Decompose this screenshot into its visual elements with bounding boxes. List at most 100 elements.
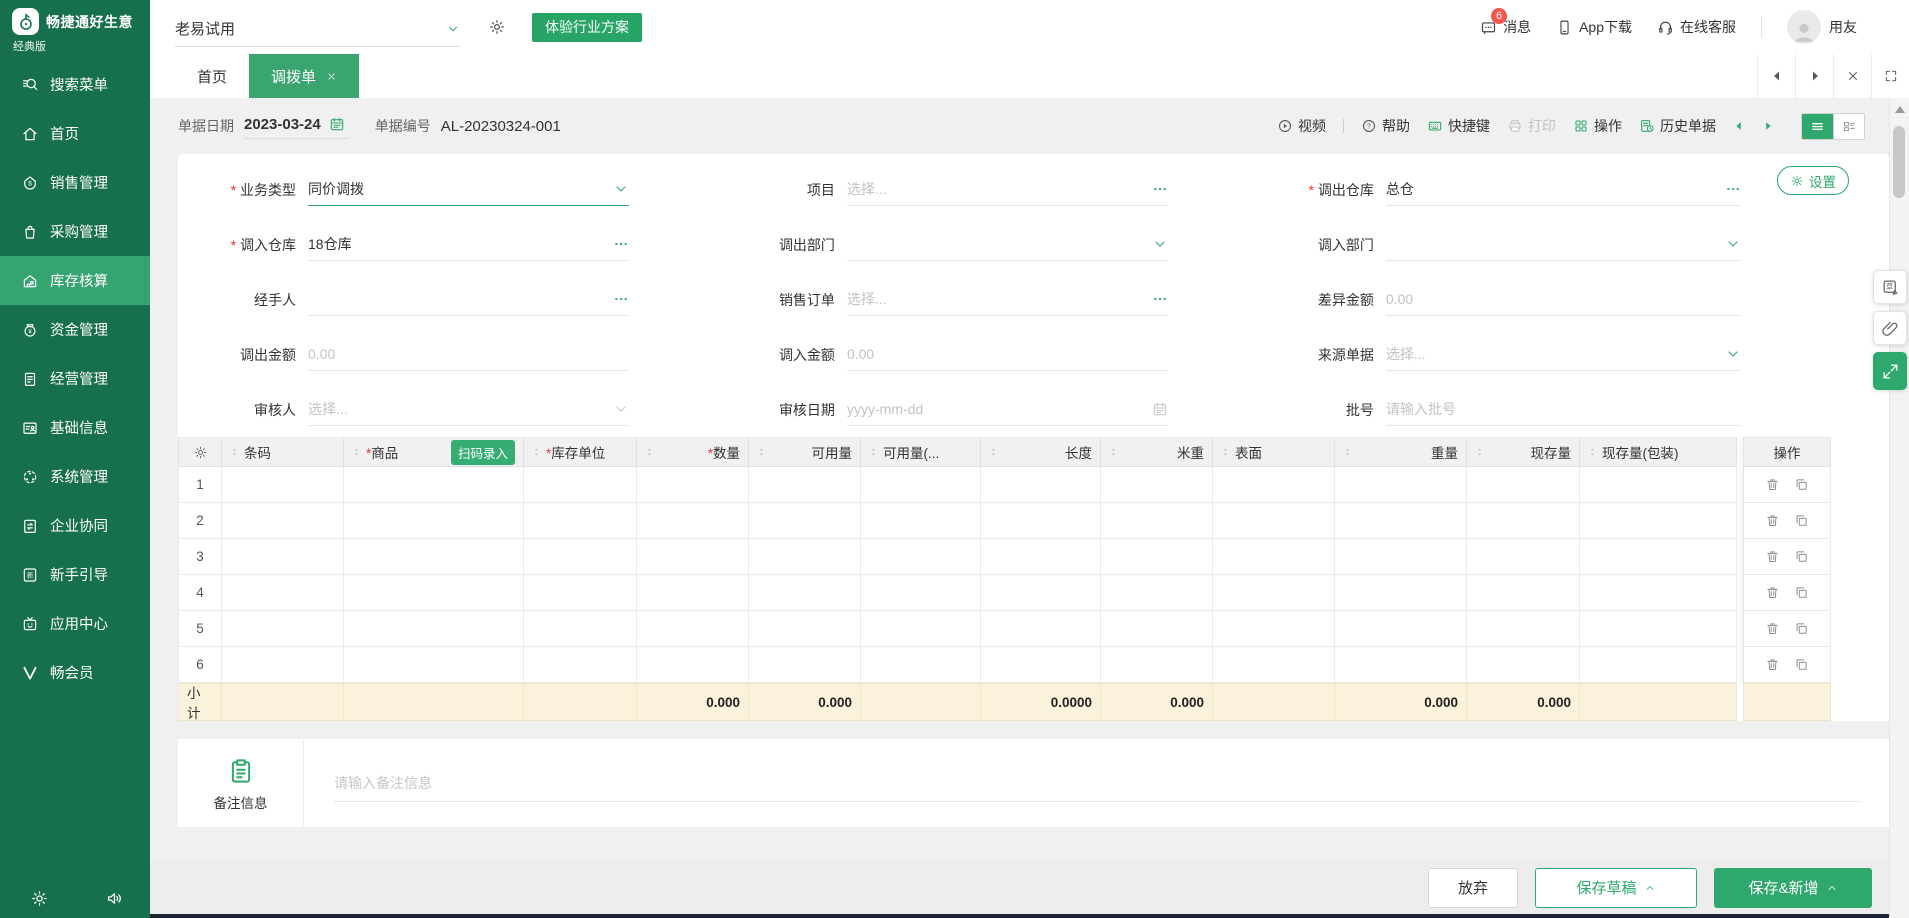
cell-unit[interactable] [524,611,637,647]
cell-unit[interactable] [524,503,637,539]
cell-surface[interactable] [1213,575,1335,611]
list-view-button[interactable] [1802,113,1833,139]
column-header-product[interactable]: *商品 扫码录入 [344,437,524,467]
tab-scroll-left-button[interactable] [1757,54,1795,98]
cell-length[interactable] [981,647,1101,683]
cell-meter-weight[interactable] [1101,575,1213,611]
cell-unit[interactable] [524,575,637,611]
sort-carets-icon[interactable] [1221,445,1230,459]
close-icon[interactable] [326,71,337,82]
column-header-meter-weight[interactable]: 米重 [1101,437,1213,467]
cell-qty[interactable] [637,467,749,503]
cell-meter-weight[interactable] [1101,539,1213,575]
column-header-stock[interactable]: 现存量 [1467,437,1580,467]
trash-icon[interactable] [1765,657,1780,672]
column-header-unit[interactable]: *库存单位 [524,437,637,467]
cell-stock-pkg[interactable] [1580,503,1737,539]
field-business-type-input[interactable]: 同价调拨 [308,173,629,206]
scan-entry-button[interactable]: 扫码录入 [450,439,515,465]
remark-input[interactable]: 请输入备注信息 [334,764,1861,802]
sidebar-item-purchase[interactable]: 采购管理 [0,207,150,256]
cell-barcode[interactable] [222,539,344,575]
column-header-barcode[interactable]: 条码 [222,437,344,467]
trash-icon[interactable] [1765,621,1780,636]
ellipsis-icon[interactable] [1152,291,1168,307]
messages-button[interactable]: 6 消息 [1480,8,1531,37]
cell-product[interactable] [344,575,524,611]
cell-weight[interactable] [1335,539,1467,575]
scroll-up-icon[interactable] [1894,106,1905,113]
fullscreen-icon[interactable] [1871,54,1909,98]
cell-barcode[interactable] [222,575,344,611]
cell-meter-weight[interactable] [1101,647,1213,683]
cell-stock[interactable] [1467,467,1580,503]
chevron-icon[interactable] [1725,236,1741,252]
cell-available-pkg[interactable] [861,467,981,503]
cell-available[interactable] [749,647,861,683]
field-in-amount-input[interactable]: 0.00 [846,338,1168,371]
trash-icon[interactable] [1765,585,1780,600]
sidebar-item-base-info[interactable]: 基础信息 [0,403,150,452]
sort-carets-icon[interactable] [757,445,766,459]
column-header-surface[interactable]: 表面 [1213,437,1335,467]
cell-product[interactable] [344,467,524,503]
field-diff-amount-input[interactable]: 0.00 [1385,283,1741,316]
sidebar-item-funds[interactable]: ¥ 资金管理 [0,305,150,354]
sort-carets-icon[interactable] [869,445,878,459]
column-header-stock-pkg[interactable]: 现存量(包装) [1580,437,1737,467]
field-source-doc-input[interactable]: 选择... [1385,338,1741,371]
gear-icon[interactable] [488,18,506,36]
sort-carets-icon[interactable] [1343,445,1352,459]
tab-home[interactable]: 首页 [175,54,249,98]
cell-stock-pkg[interactable] [1580,539,1737,575]
sort-carets-icon[interactable] [989,445,998,459]
sort-carets-icon[interactable] [532,445,541,459]
sort-carets-icon[interactable] [1109,445,1118,459]
next-doc-icon[interactable] [1762,120,1774,132]
cell-barcode[interactable] [222,503,344,539]
cell-stock[interactable] [1467,539,1580,575]
column-header-available[interactable]: 可用量 [749,437,861,467]
cell-length[interactable] [981,503,1101,539]
sidebar-item-sales[interactable]: $ 销售管理 [0,158,150,207]
discard-button[interactable]: 放弃 [1428,867,1518,908]
doc-date-picker[interactable]: 2023-03-24 [244,114,349,139]
cell-stock-pkg[interactable] [1580,467,1737,503]
cell-length[interactable] [981,539,1101,575]
cell-qty[interactable] [637,539,749,575]
actions-button[interactable]: 操作 [1573,116,1622,136]
field-handler-input[interactable] [308,283,629,316]
account-select[interactable]: 老易试用 [175,11,460,47]
chevron-icon[interactable] [613,401,629,417]
field-sales-order-input[interactable]: 选择... [846,283,1168,316]
field-batch-no-input[interactable]: 请输入批号 [1385,393,1741,426]
field-in-warehouse-input[interactable]: 18仓库 [308,228,629,261]
cell-weight[interactable] [1335,647,1467,683]
save-draft-button[interactable]: 保存草稿 [1535,867,1697,908]
cell-product[interactable] [344,611,524,647]
cell-meter-weight[interactable] [1101,503,1213,539]
cell-available-pkg[interactable] [861,611,981,647]
cell-stock[interactable] [1467,647,1580,683]
cell-surface[interactable] [1213,503,1335,539]
cell-surface[interactable] [1213,539,1335,575]
sort-carets-icon[interactable] [1475,445,1484,459]
sort-carets-icon[interactable] [1588,445,1597,459]
copy-row-icon[interactable] [1794,549,1809,564]
chevron-icon[interactable] [613,181,629,197]
trash-icon[interactable] [1765,477,1780,492]
close-all-tabs-button[interactable] [1833,54,1871,98]
field-project-input[interactable]: 选择... [846,173,1168,206]
cell-available-pkg[interactable] [861,647,981,683]
cell-weight[interactable] [1335,503,1467,539]
cell-qty[interactable] [637,611,749,647]
cell-qty[interactable] [637,503,749,539]
tab-scroll-right-button[interactable] [1795,54,1833,98]
cell-stock-pkg[interactable] [1580,575,1737,611]
cell-stock[interactable] [1467,503,1580,539]
sidebar-item-collaboration[interactable]: 企业协同 [0,501,150,550]
settings-button[interactable]: 设置 [1777,166,1849,195]
trial-plan-button[interactable]: 体验行业方案 [532,12,642,42]
ellipsis-icon[interactable] [613,236,629,252]
cell-weight[interactable] [1335,575,1467,611]
